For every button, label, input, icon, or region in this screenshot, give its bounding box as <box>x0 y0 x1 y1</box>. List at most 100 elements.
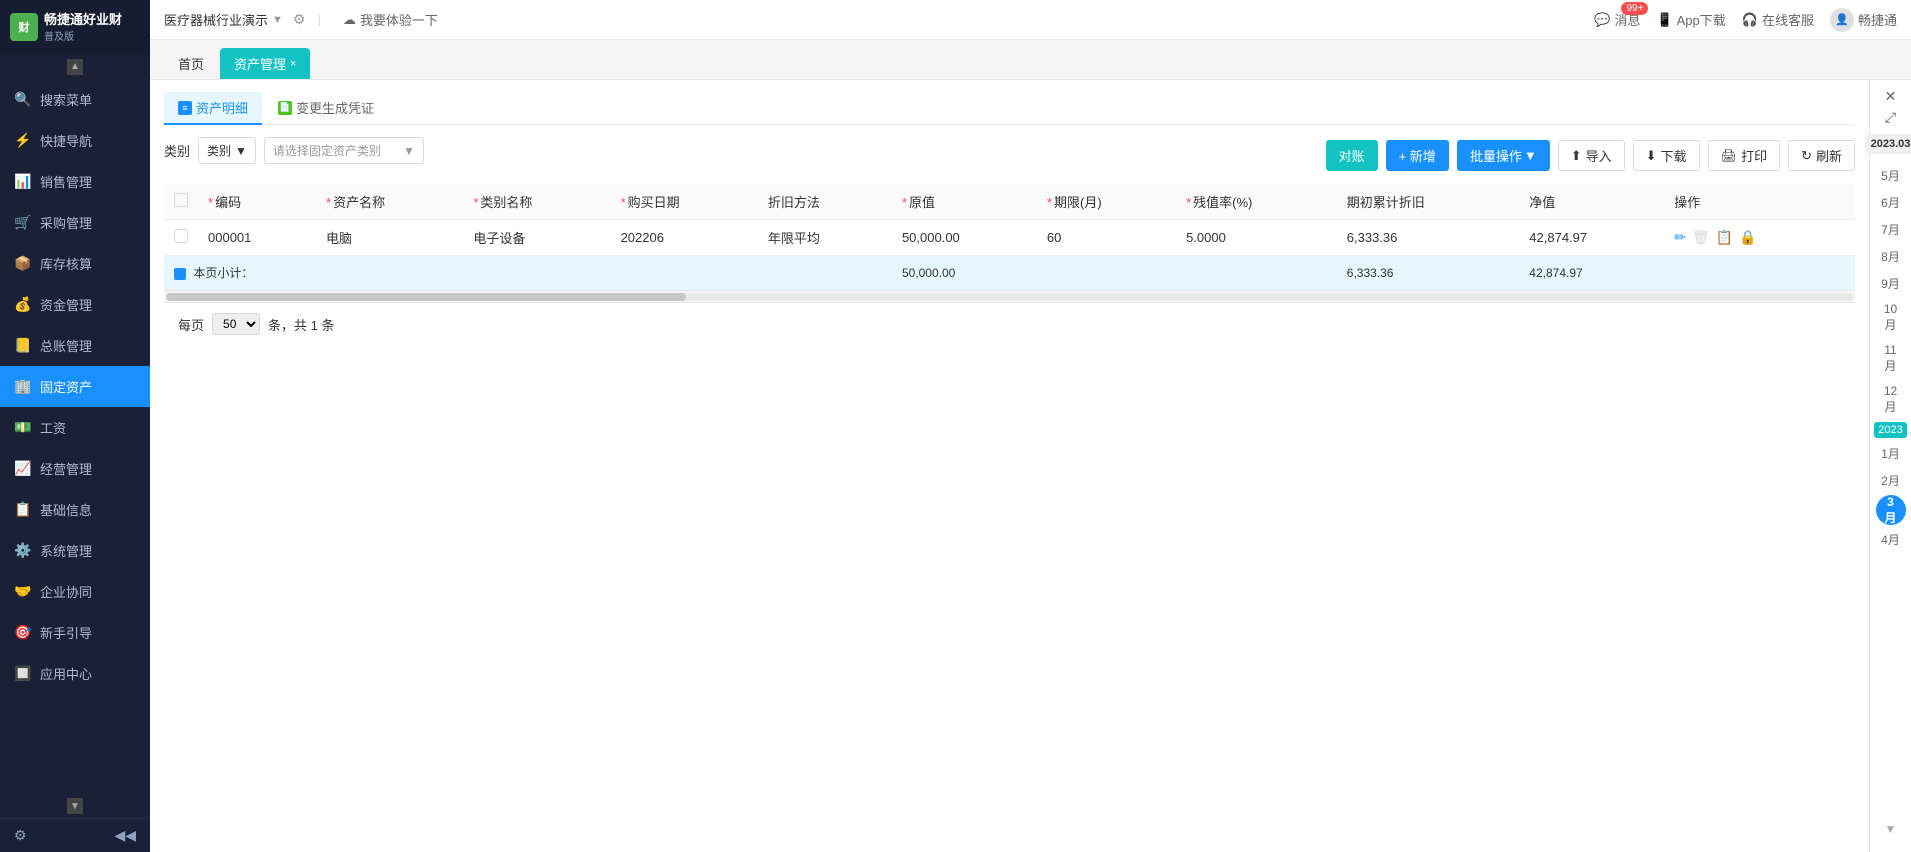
col-residual-rate: *残值率(%) <box>1176 184 1337 220</box>
sidebar-item-guide[interactable]: 🎯 新手引导 <box>0 612 150 653</box>
row-purchase-date: 202206 <box>611 220 758 256</box>
sub-tab-asset-detail[interactable]: ≡ 资产明细 <box>164 92 262 125</box>
per-page-select[interactable]: 50 <box>212 313 260 335</box>
category-placeholder: 请选择固定资产类别 <box>273 142 381 159</box>
download-icon: ⬇ <box>1646 148 1657 164</box>
sidebar-item-sales[interactable]: 📊 销售管理 <box>0 161 150 202</box>
content-main: ≡ 资产明细 📄 变更生成凭证 类别 类别 ▼ 请选择固定资产类 <box>150 80 1869 852</box>
sidebar-label-system: 系统管理 <box>40 541 92 560</box>
refresh-icon: ↻ <box>1801 148 1812 164</box>
panel-expand-icon[interactable]: ⤢ <box>1885 109 1896 126</box>
app-name: 畅捷通好业财 <box>44 12 122 28</box>
customer-service-label: 在线客服 <box>1762 10 1814 29</box>
collapse-icon[interactable]: ◀◀ <box>114 827 136 844</box>
sidebar-item-inventory[interactable]: 📦 库存核算 <box>0 243 150 284</box>
tab-asset-management[interactable]: 资产管理 × <box>220 48 310 79</box>
row-checkbox[interactable] <box>174 229 188 243</box>
experience-btn[interactable]: ☁ 我要体验一下 <box>343 10 438 29</box>
lock-btn[interactable]: 🔒 <box>1739 229 1756 246</box>
panel-month-8[interactable]: 8月 <box>1873 244 1909 269</box>
tab-close-icon[interactable]: × <box>290 58 296 70</box>
company-selector[interactable]: 医疗器械行业演示 ▼ <box>164 10 283 29</box>
panel-month-5[interactable]: 5月 <box>1873 163 1909 188</box>
sidebar-item-basic-info[interactable]: 📋 基础信息 <box>0 489 150 530</box>
panel-month-2[interactable]: 2月 <box>1873 468 1909 493</box>
app-download-label: App下载 <box>1677 10 1726 29</box>
panel-month-4[interactable]: 4月 <box>1873 527 1909 552</box>
capital-icon: 💰 <box>14 295 32 313</box>
col-purchase-date: *购买日期 <box>611 184 758 220</box>
panel-month-7[interactable]: 7月 <box>1873 217 1909 242</box>
batch-ops-button[interactable]: 批量操作 ▼ <box>1457 140 1550 171</box>
sidebar-item-enterprise[interactable]: 🤝 企业协同 <box>0 571 150 612</box>
category-select[interactable]: 请选择固定资产类别 ▼ <box>264 137 424 164</box>
copy-btn[interactable]: 📋 <box>1716 229 1733 246</box>
sidebar-item-fixed-assets[interactable]: 🏢 固定资产 <box>0 366 150 407</box>
panel-month-10[interactable]: 10月 <box>1873 298 1909 337</box>
delete-btn[interactable]: 🗑 <box>1692 229 1710 246</box>
sidebar-item-app-center[interactable]: 🔲 应用中心 <box>0 653 150 694</box>
customer-service-btn[interactable]: 🎧 在线客服 <box>1742 10 1814 29</box>
panel-year[interactable]: 2023.03 <box>1865 134 1911 154</box>
panel-close-icon[interactable]: ✕ <box>1885 88 1897 105</box>
sidebar-item-capital[interactable]: 💰 资金管理 <box>0 284 150 325</box>
sub-tab-change-voucher-label: 变更生成凭证 <box>296 98 374 117</box>
select-all-checkbox[interactable] <box>174 193 188 207</box>
col-original-value: *原值 <box>892 184 1037 220</box>
user-name: 畅捷通 <box>1858 10 1897 29</box>
sidebar: 财 畅捷通好业财 普及版 ▲ 🔍 搜索菜单 ⚡ 快捷导航 📊 销售管理 🛒 采购… <box>0 0 150 852</box>
sidebar-item-ledger[interactable]: 📒 总账管理 <box>0 325 150 366</box>
print-button[interactable]: 🖨 打印 <box>1708 140 1781 171</box>
system-icon: ⚙️ <box>14 541 32 559</box>
settings-icon[interactable]: ⚙ <box>14 827 27 844</box>
panel-month-11[interactable]: 11月 <box>1873 339 1909 378</box>
company-settings-icon[interactable]: ⚙ <box>293 11 306 28</box>
edit-btn[interactable]: ✏ <box>1674 229 1686 246</box>
inventory-icon: 📦 <box>14 254 32 272</box>
col-depreciation-method: 折旧方法 <box>758 184 892 220</box>
action-buttons: ✏ 🗑 📋 🔒 <box>1674 229 1845 246</box>
sidebar-item-purchase[interactable]: 🛒 采购管理 <box>0 202 150 243</box>
horizontal-scrollbar[interactable] <box>164 290 1855 302</box>
sidebar-item-operations[interactable]: 📈 经营管理 <box>0 448 150 489</box>
sidebar-scroll-down[interactable]: ▼ <box>67 798 83 814</box>
sidebar-label-purchase: 采购管理 <box>40 213 92 232</box>
panel-month-3-active[interactable]: 3月 <box>1876 495 1906 525</box>
subtotal-label: 本页小计： <box>193 266 253 280</box>
refresh-label: 刷新 <box>1816 146 1842 165</box>
panel-year-badge[interactable]: 2023 <box>1874 422 1906 438</box>
topbar: 医疗器械行业演示 ▼ ⚙ | ☁ 我要体验一下 💬 消息 99+ 📱 App下载… <box>150 0 1911 40</box>
subtotal-row: 本页小计： 50,000.00 6,333.36 42,874.97 <box>164 256 1855 290</box>
tab-home[interactable]: 首页 <box>164 48 218 79</box>
panel-month-1[interactable]: 1月 <box>1873 441 1909 466</box>
messages-btn[interactable]: 💬 消息 99+ <box>1594 10 1640 29</box>
sidebar-label-capital: 资金管理 <box>40 295 92 314</box>
category-type-select[interactable]: 类别 ▼ <box>198 137 256 164</box>
panel-month-9[interactable]: 9月 <box>1873 271 1909 296</box>
col-action: 操作 <box>1664 184 1855 220</box>
sidebar-item-system[interactable]: ⚙️ 系统管理 <box>0 530 150 571</box>
user-menu-btn[interactable]: 👤 畅捷通 <box>1830 8 1897 32</box>
new-button[interactable]: + 新增 <box>1386 140 1449 171</box>
sidebar-label-inventory: 库存核算 <box>40 254 92 273</box>
refresh-button[interactable]: ↻ 刷新 <box>1788 140 1855 171</box>
reconcile-button[interactable]: 对账 <box>1326 140 1378 171</box>
app-download-btn[interactable]: 📱 App下载 <box>1656 10 1725 29</box>
panel-scroll-down[interactable]: ▼ <box>1885 813 1897 844</box>
sidebar-scroll-up[interactable]: ▲ <box>67 59 83 75</box>
main-area: 医疗器械行业演示 ▼ ⚙ | ☁ 我要体验一下 💬 消息 99+ 📱 App下载… <box>150 0 1911 852</box>
row-actions: ✏ 🗑 📋 🔒 <box>1664 220 1855 256</box>
sub-tab-change-voucher[interactable]: 📄 变更生成凭证 <box>264 92 388 125</box>
sub-tab-asset-detail-label: 资产明细 <box>196 98 248 117</box>
panel-month-6[interactable]: 6月 <box>1873 190 1909 215</box>
row-code: 000001 <box>198 220 316 256</box>
enterprise-icon: 🤝 <box>14 582 32 600</box>
sidebar-item-search[interactable]: 🔍 搜索菜单 <box>0 79 150 120</box>
sidebar-item-salary[interactable]: 💵 工资 <box>0 407 150 448</box>
import-button[interactable]: ⬆ 导入 <box>1558 140 1625 171</box>
content-area: ≡ 资产明细 📄 变更生成凭证 类别 类别 ▼ 请选择固定资产类 <box>150 80 1911 852</box>
download-button[interactable]: ⬇ 下载 <box>1633 140 1700 171</box>
panel-month-12[interactable]: 12月 <box>1873 380 1909 419</box>
sidebar-item-quick-nav[interactable]: ⚡ 快捷导航 <box>0 120 150 161</box>
row-category: 电子设备 <box>463 220 610 256</box>
